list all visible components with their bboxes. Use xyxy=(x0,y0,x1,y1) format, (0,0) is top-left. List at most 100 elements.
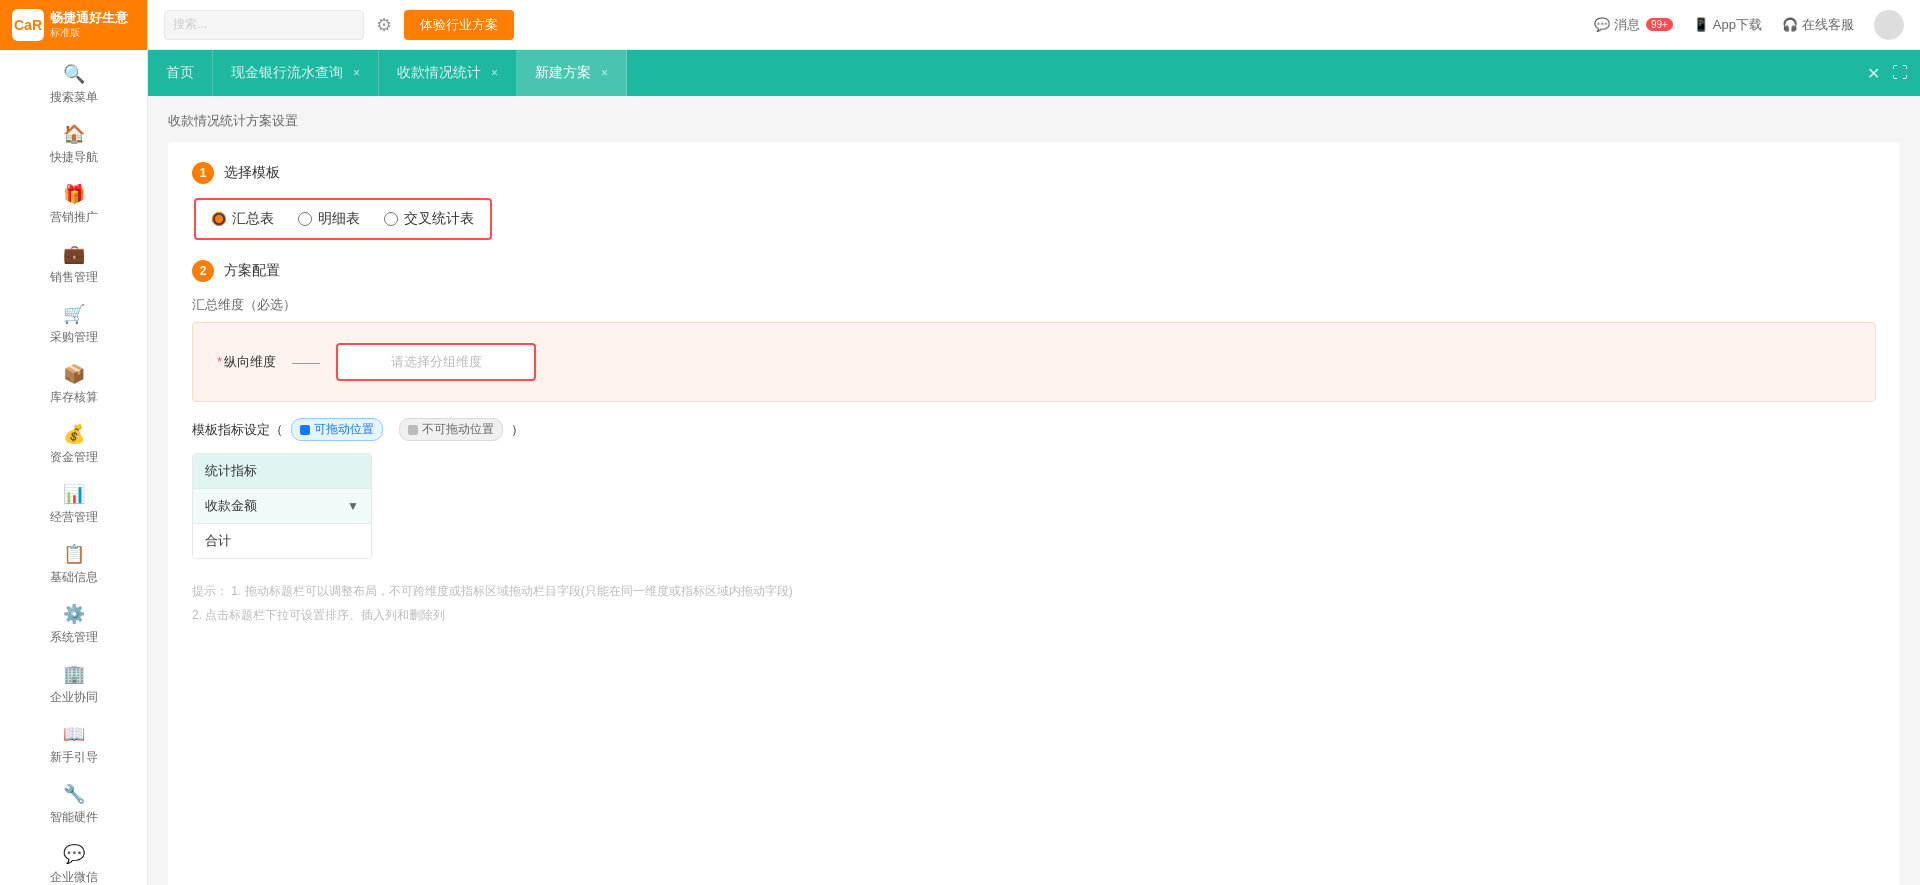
required-mark: * xyxy=(217,354,222,369)
logo-edition: 标准版 xyxy=(50,26,128,40)
tab-home[interactable]: 首页 xyxy=(148,50,213,96)
tab-cashflow-close[interactable]: × xyxy=(353,66,360,80)
step2-section: 2 方案配置 汇总维度（必选） *纵向维度 —— 请选择分组维度 xyxy=(192,260,1876,627)
marketing-icon: 🎁 xyxy=(63,183,85,205)
metrics-section: 模板指标设定（ 可拖动位置 不可拖动位置 ） 统计指标 xyxy=(192,418,1876,627)
service-icon: 🎧 xyxy=(1782,17,1798,32)
metrics-label-row: 模板指标设定（ 可拖动位置 不可拖动位置 ） xyxy=(192,418,1876,441)
sidebar-item-sales[interactable]: 💼 销售管理 xyxy=(0,234,147,294)
sidebar-item-label: 新手引导 xyxy=(50,749,98,766)
radio-summary-input[interactable] xyxy=(212,212,226,226)
non-draggable-badge: 不可拖动位置 xyxy=(399,418,503,441)
sidebar-item-basic[interactable]: 📋 基础信息 xyxy=(0,534,147,594)
step2-header: 2 方案配置 xyxy=(192,260,1876,282)
metrics-table: 统计指标 收款金额 ▼ 合计 xyxy=(192,453,372,559)
radio-detail-input[interactable] xyxy=(298,212,312,226)
sidebar-item-inventory[interactable]: 📦 库存核算 xyxy=(0,354,147,414)
radio-summary[interactable]: 汇总表 xyxy=(212,210,274,228)
tab-cashflow-label: 现金银行流水查询 xyxy=(231,64,343,82)
sidebar-item-label: 智能硬件 xyxy=(50,809,98,826)
sidebar-item-label: 快捷导航 xyxy=(50,149,98,166)
tabbar: 首页 现金银行流水查询 × 收款情况统计 × 新建方案 × ✕ ⛶ xyxy=(148,50,1920,96)
metrics-table-header: 统计指标 xyxy=(193,454,371,488)
metrics-amount-label: 收款金额 xyxy=(205,497,257,515)
main-card: 1 选择模板 汇总表 明细表 交叉统计表 xyxy=(168,142,1900,885)
sidebar-item-hardware[interactable]: 🔧 智能硬件 xyxy=(0,774,147,834)
sidebar-item-finance[interactable]: 💰 资金管理 xyxy=(0,414,147,474)
download-item[interactable]: 📱 App下载 xyxy=(1693,16,1762,34)
tips-section: 提示： 1. 拖动标题栏可以调整布局，不可跨维度或指标区域拖动栏目字段(只能在同… xyxy=(192,579,1876,627)
message-icon: 💬 xyxy=(1594,17,1610,32)
radio-summary-label: 汇总表 xyxy=(232,210,274,228)
hardware-icon: 🔧 xyxy=(63,783,85,805)
dimension-row: *纵向维度 —— 请选择分组维度 xyxy=(217,343,1851,381)
sidebar-item-label: 系统管理 xyxy=(50,629,98,646)
sidebar-item-enterprise[interactable]: 🏢 企业协同 xyxy=(0,654,147,714)
sidebar-item-marketing[interactable]: 🎁 营销推广 xyxy=(0,174,147,234)
step2-badge: 2 xyxy=(192,260,214,282)
dimension-select-box[interactable]: 请选择分组维度 xyxy=(336,343,536,381)
step2-title: 方案配置 xyxy=(224,262,280,280)
home-icon: 🏠 xyxy=(63,123,85,145)
wechat-icon: 💬 xyxy=(63,843,85,865)
logo-icon: CaR xyxy=(12,9,44,41)
finance-icon: 💰 xyxy=(63,423,85,445)
sidebar-item-guide[interactable]: 📖 新手引导 xyxy=(0,714,147,774)
metrics-label: 模板指标设定（ xyxy=(192,421,283,439)
non-draggable-label: 不可拖动位置 xyxy=(422,421,494,438)
radio-cross[interactable]: 交叉统计表 xyxy=(384,210,474,228)
step1-section: 1 选择模板 汇总表 明细表 交叉统计表 xyxy=(192,162,1876,240)
guide-icon: 📖 xyxy=(63,723,85,745)
topbar: 搜索... ⚙ 体验行业方案 💬 消息 99+ 📱 App下载 🎧 在线客服 xyxy=(148,0,1920,50)
sidebar-item-label: 基础信息 xyxy=(50,569,98,586)
sidebar-item-system[interactable]: ⚙️ 系统管理 xyxy=(0,594,147,654)
sidebar-logo: CaR 畅捷通好生意 标准版 xyxy=(0,0,147,50)
content-area: 收款情况统计方案设置 1 选择模板 汇总表 明细表 xyxy=(148,96,1920,885)
sidebar-item-wechat[interactable]: 💬 企业微信 xyxy=(0,834,147,885)
radio-cross-input[interactable] xyxy=(384,212,398,226)
tab-close-all-button[interactable]: ✕ xyxy=(1867,64,1880,83)
tab-collection-label: 收款情况统计 xyxy=(397,64,481,82)
sidebar-nav: 🔍 搜索菜单 🏠 快捷导航 🎁 营销推广 💼 销售管理 🛒 采购管理 📦 库存核… xyxy=(0,50,147,885)
sidebar-item-operation[interactable]: 📊 经营管理 xyxy=(0,474,147,534)
tabbar-actions: ✕ ⛶ xyxy=(1855,50,1920,96)
trial-button[interactable]: 体验行业方案 xyxy=(404,10,514,40)
tab-collection[interactable]: 收款情况统计 × xyxy=(379,50,517,96)
sidebar-item-purchase[interactable]: 🛒 采购管理 xyxy=(0,294,147,354)
metrics-close: ） xyxy=(511,421,524,439)
sidebar-item-nav[interactable]: 🏠 快捷导航 xyxy=(0,114,147,174)
tab-new-plan-close[interactable]: × xyxy=(601,66,608,80)
template-selector: 汇总表 明细表 交叉统计表 xyxy=(194,198,492,240)
dimension-area: *纵向维度 —— 请选择分组维度 xyxy=(192,322,1876,402)
notification-label: 消息 xyxy=(1614,16,1640,34)
tab-cashflow[interactable]: 现金银行流水查询 × xyxy=(213,50,379,96)
metrics-row-total: 合计 xyxy=(193,523,371,558)
tab-collection-close[interactable]: × xyxy=(491,66,498,80)
sidebar-item-search[interactable]: 🔍 搜索菜单 xyxy=(0,54,147,114)
logo-text: 畅捷通好生意 xyxy=(50,10,128,26)
breadcrumb: 收款情况统计方案设置 xyxy=(168,112,1900,130)
topbar-right: 💬 消息 99+ 📱 App下载 🎧 在线客服 xyxy=(1594,10,1904,40)
sidebar: CaR 畅捷通好生意 标准版 🔍 搜索菜单 🏠 快捷导航 🎁 营销推广 💼 销售… xyxy=(0,0,148,885)
metrics-total-label: 合计 xyxy=(205,533,231,548)
sidebar-item-label: 营销推广 xyxy=(50,209,98,226)
notification-item[interactable]: 💬 消息 99+ xyxy=(1594,16,1673,34)
sidebar-item-label: 企业协同 xyxy=(50,689,98,706)
user-avatar[interactable] xyxy=(1874,10,1904,40)
metrics-row-amount[interactable]: 收款金额 ▼ xyxy=(193,488,371,523)
tip-1: 提示： 1. 拖动标题栏可以调整布局，不可跨维度或指标区域拖动栏目字段(只能在同… xyxy=(192,579,1876,603)
operation-icon: 📊 xyxy=(63,483,85,505)
arrow-icon: —— xyxy=(292,354,320,370)
service-item[interactable]: 🎧 在线客服 xyxy=(1782,16,1854,34)
search-icon: 🔍 xyxy=(63,63,85,85)
radio-detail[interactable]: 明细表 xyxy=(298,210,360,228)
main-area: 搜索... ⚙ 体验行业方案 💬 消息 99+ 📱 App下载 🎧 在线客服 xyxy=(148,0,1920,885)
step1-title: 选择模板 xyxy=(224,164,280,182)
dropdown-arrow-icon: ▼ xyxy=(347,499,359,513)
radio-cross-label: 交叉统计表 xyxy=(404,210,474,228)
settings-icon[interactable]: ⚙ xyxy=(376,14,392,36)
notification-badge: 99+ xyxy=(1646,18,1673,31)
tab-maximize-button[interactable]: ⛶ xyxy=(1892,64,1908,82)
system-icon: ⚙️ xyxy=(63,603,85,625)
tab-new-plan[interactable]: 新建方案 × xyxy=(517,50,627,96)
